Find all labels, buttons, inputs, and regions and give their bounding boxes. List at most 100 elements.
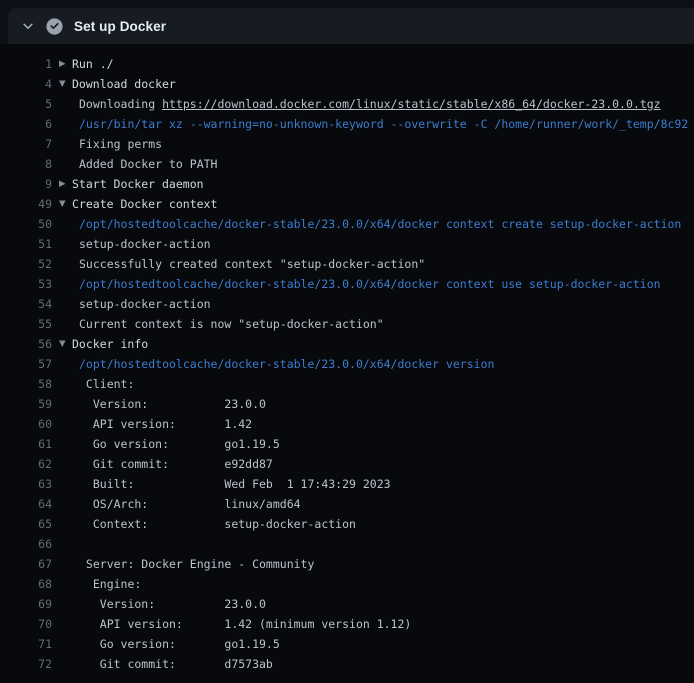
line-number[interactable]: 58 xyxy=(0,374,52,394)
log-line: 72 Git commit: d7573ab xyxy=(0,654,694,674)
line-number[interactable]: 52 xyxy=(0,254,52,274)
group-title[interactable]: Create Docker context xyxy=(72,194,217,214)
group-expanded-icon[interactable]: ▼ xyxy=(59,74,72,94)
log-text-prefix: Downloading xyxy=(79,97,162,111)
log-text: Engine: xyxy=(72,574,141,594)
line-number[interactable]: 67 xyxy=(0,554,52,574)
log-line: 6/usr/bin/tar xz --warning=no-unknown-ke… xyxy=(0,114,694,134)
line-number[interactable]: 54 xyxy=(0,294,52,314)
command-text: /opt/hostedtoolcache/docker-stable/23.0.… xyxy=(72,214,681,234)
log-line: 60 API version: 1.42 xyxy=(0,414,694,434)
line-number[interactable]: 60 xyxy=(0,414,52,434)
line-number[interactable]: 57 xyxy=(0,354,52,374)
line-number[interactable]: 49 xyxy=(0,194,52,214)
log-text: setup-docker-action xyxy=(72,294,211,314)
log-line: 52 Successfully created context "setup-do… xyxy=(0,254,694,274)
line-number[interactable]: 59 xyxy=(0,394,52,414)
log-group-row[interactable]: 9 ▶Start Docker daemon xyxy=(0,174,694,194)
line-number[interactable]: 9 xyxy=(0,174,52,194)
line-number[interactable]: 62 xyxy=(0,454,52,474)
line-number[interactable]: 69 xyxy=(0,594,52,614)
line-number[interactable]: 7 xyxy=(0,134,52,154)
log-text: Go version: go1.19.5 xyxy=(72,634,280,654)
log-text: Go version: go1.19.5 xyxy=(72,434,280,454)
line-number[interactable]: 5 xyxy=(0,94,52,114)
log-text: Built: Wed Feb 1 17:43:29 2023 xyxy=(72,474,391,494)
log-line: 59 Version: 23.0.0 xyxy=(0,394,694,414)
step-header-container: Set up Docker xyxy=(0,0,694,44)
group-expanded-icon[interactable]: ▼ xyxy=(59,194,72,214)
log-line: 71 Go version: go1.19.5 xyxy=(0,634,694,654)
log-text: Git commit: d7573ab xyxy=(72,654,273,674)
log-text: Successfully created context "setup-dock… xyxy=(72,254,425,274)
log-text: OS/Arch: linux/amd64 xyxy=(72,494,301,514)
log-text: API version: 1.42 (minimum version 1.12) xyxy=(72,614,411,634)
log-line: 8 Added Docker to PATH xyxy=(0,154,694,174)
log-line: 70 API version: 1.42 (minimum version 1.… xyxy=(0,614,694,634)
group-collapsed-icon[interactable]: ▶ xyxy=(59,54,72,74)
line-number[interactable]: 68 xyxy=(0,574,52,594)
line-number[interactable]: 65 xyxy=(0,514,52,534)
log-line: 53/opt/hostedtoolcache/docker-stable/23.… xyxy=(0,274,694,294)
log-text: Fixing perms xyxy=(72,134,162,154)
group-title[interactable]: Docker info xyxy=(72,334,148,354)
log-line: 63 Built: Wed Feb 1 17:43:29 2023 xyxy=(0,474,694,494)
log-line: 65 Context: setup-docker-action xyxy=(0,514,694,534)
log-text: API version: 1.42 xyxy=(72,414,252,434)
line-number[interactable]: 66 xyxy=(0,534,52,554)
log-group-row[interactable]: 1 ▶Run ./ xyxy=(0,54,694,74)
group-title[interactable]: Run ./ xyxy=(72,54,114,74)
group-expanded-icon[interactable]: ▼ xyxy=(59,334,72,354)
line-number[interactable]: 72 xyxy=(0,654,52,674)
log-text: Added Docker to PATH xyxy=(72,154,217,174)
chevron-down-icon[interactable] xyxy=(21,19,35,33)
log-line: 68 Engine: xyxy=(0,574,694,594)
log-line: 62 Git commit: e92dd87 xyxy=(0,454,694,474)
log-line: 57/opt/hostedtoolcache/docker-stable/23.… xyxy=(0,354,694,374)
log-link[interactable]: https://download.docker.com/linux/static… xyxy=(162,97,661,111)
log-text: Context: setup-docker-action xyxy=(72,514,356,534)
step-header[interactable]: Set up Docker xyxy=(8,8,694,44)
command-text: /usr/bin/tar xz --warning=no-unknown-key… xyxy=(72,114,688,134)
line-number[interactable]: 50 xyxy=(0,214,52,234)
log-line: 55 Current context is now "setup-docker-a… xyxy=(0,314,694,334)
line-number[interactable]: 1 xyxy=(0,54,52,74)
log-line: 64 OS/Arch: linux/amd64 xyxy=(0,494,694,514)
line-number[interactable]: 71 xyxy=(0,634,52,654)
log-line: 61 Go version: go1.19.5 xyxy=(0,434,694,454)
log-text: Server: Docker Engine - Community xyxy=(72,554,314,574)
line-number[interactable]: 53 xyxy=(0,274,52,294)
line-number[interactable]: 56 xyxy=(0,334,52,354)
log-text: Client: xyxy=(72,374,134,394)
log-text: Git commit: e92dd87 xyxy=(72,454,273,474)
check-circle-icon xyxy=(46,18,63,35)
group-collapsed-icon[interactable]: ▶ xyxy=(59,174,72,194)
log-text: Version: 23.0.0 xyxy=(72,394,266,414)
log-text: Downloading https://download.docker.com/… xyxy=(72,94,661,114)
line-number[interactable]: 4 xyxy=(0,74,52,94)
line-number[interactable]: 55 xyxy=(0,314,52,334)
line-number[interactable]: 63 xyxy=(0,474,52,494)
log-text: Version: 23.0.0 xyxy=(72,594,266,614)
command-text: /opt/hostedtoolcache/docker-stable/23.0.… xyxy=(72,274,661,294)
log-line: 69 Version: 23.0.0 xyxy=(0,594,694,614)
log-text: setup-docker-action xyxy=(72,234,211,254)
line-number[interactable]: 64 xyxy=(0,494,52,514)
log-line: 58 Client: xyxy=(0,374,694,394)
line-number[interactable]: 70 xyxy=(0,614,52,634)
line-number[interactable]: 6 xyxy=(0,114,52,134)
log-group-row[interactable]: 49 ▼Create Docker context xyxy=(0,194,694,214)
group-title[interactable]: Start Docker daemon xyxy=(72,174,204,194)
line-number[interactable]: 8 xyxy=(0,154,52,174)
line-number[interactable]: 61 xyxy=(0,434,52,454)
log-line: 67 Server: Docker Engine - Community xyxy=(0,554,694,574)
step-title: Set up Docker xyxy=(74,19,166,34)
line-number[interactable]: 51 xyxy=(0,234,52,254)
log-line: 66 xyxy=(0,534,694,554)
log-line: 54 setup-docker-action xyxy=(0,294,694,314)
log-group-row[interactable]: 4 ▼Download docker xyxy=(0,74,694,94)
log-text: Current context is now "setup-docker-act… xyxy=(72,314,384,334)
group-title[interactable]: Download docker xyxy=(72,74,176,94)
log-line: 51 setup-docker-action xyxy=(0,234,694,254)
log-group-row[interactable]: 56 ▼Docker info xyxy=(0,334,694,354)
